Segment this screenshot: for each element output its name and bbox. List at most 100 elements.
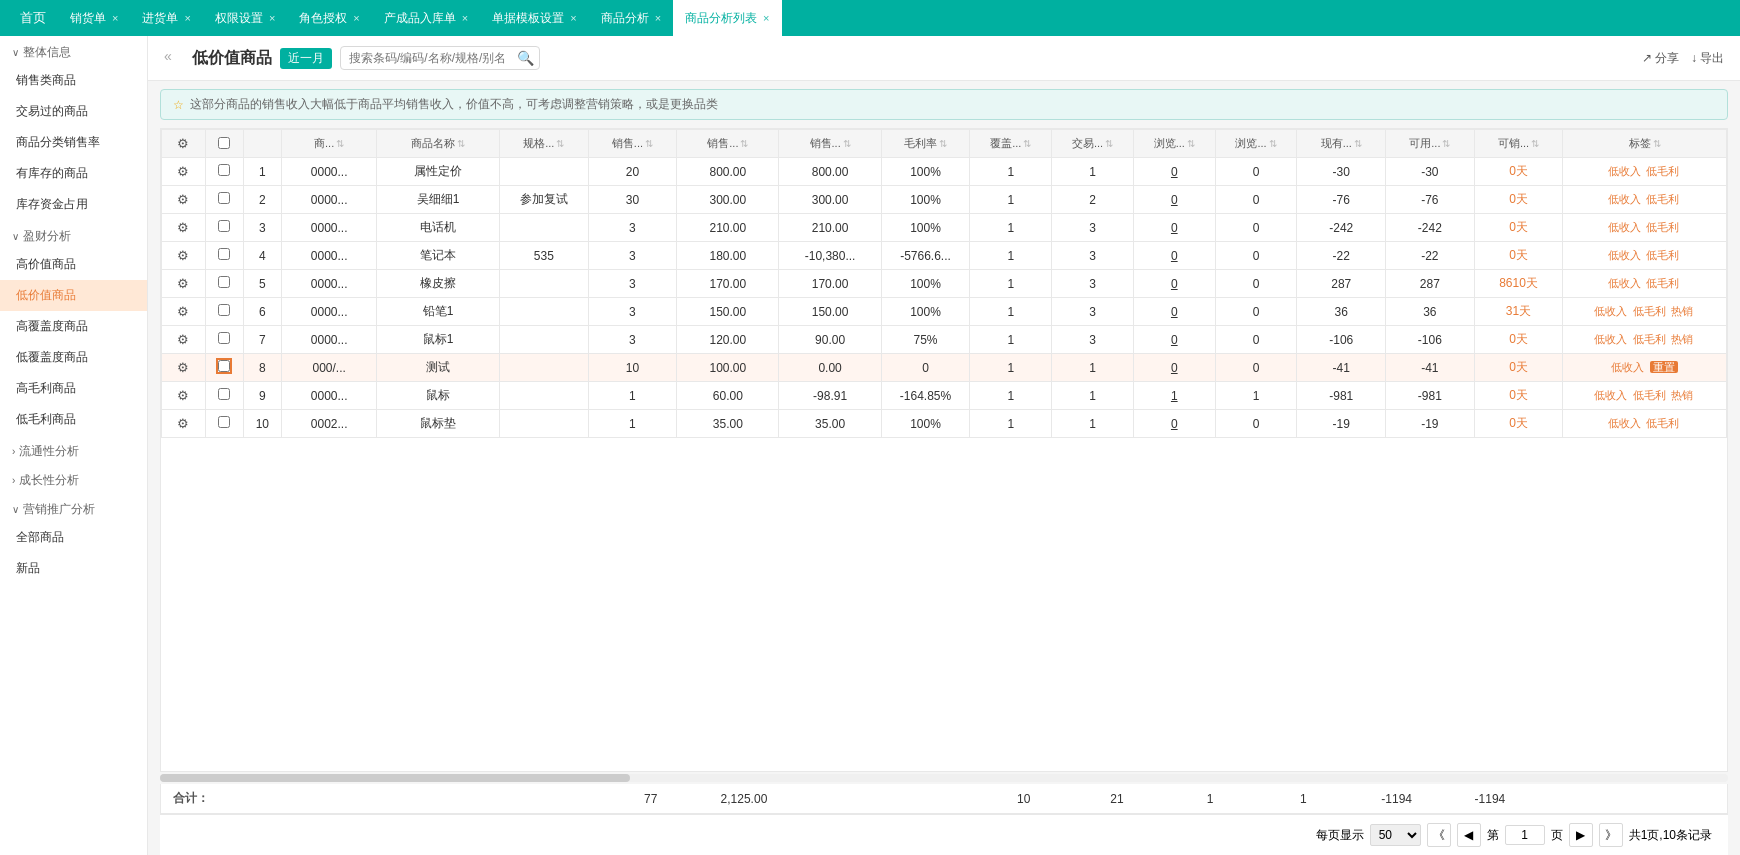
nav-close-icon[interactable]: × [269, 12, 275, 24]
sidebar-item-traded-products[interactable]: 交易过的商品 [0, 96, 147, 127]
browse1-cell[interactable]: 0 [1133, 326, 1215, 354]
horizontal-scrollbar[interactable] [160, 774, 1728, 782]
nav-purchase-order[interactable]: 进货单 × [130, 0, 202, 36]
settings-cell[interactable]: ⚙ [162, 326, 206, 354]
row-settings-icon[interactable]: ⚙ [177, 248, 189, 263]
row-checkbox[interactable] [218, 192, 230, 204]
browse1-cell[interactable]: 0 [1133, 186, 1215, 214]
search-input[interactable] [340, 46, 540, 70]
settings-cell[interactable]: ⚙ [162, 242, 206, 270]
sidebar-item-high-coverage[interactable]: 高覆盖度商品 [0, 311, 147, 342]
checkbox-cell[interactable] [205, 326, 243, 354]
page-size-select[interactable]: 50 100 200 [1370, 824, 1421, 846]
settings-cell[interactable]: ⚙ [162, 298, 206, 326]
browse1-value[interactable]: 0 [1171, 333, 1178, 347]
browse1-cell[interactable]: 0 [1133, 214, 1215, 242]
browse1-value[interactable]: 0 [1171, 249, 1178, 263]
row-settings-icon[interactable]: ⚙ [177, 164, 189, 179]
nav-close-icon[interactable]: × [184, 12, 190, 24]
checkbox-cell[interactable] [205, 354, 243, 382]
saleable-column-header[interactable]: 可销...⇅ [1474, 130, 1563, 158]
browse1-value[interactable]: 0 [1171, 221, 1178, 235]
row-checkbox[interactable] [218, 276, 230, 288]
spec-column-header[interactable]: 规格...⇅ [500, 130, 589, 158]
row-checkbox[interactable] [218, 304, 230, 316]
row-checkbox[interactable] [218, 164, 230, 176]
sidebar-item-high-value[interactable]: 高价值商品 [0, 249, 147, 280]
tag-column-header[interactable]: 标签⇅ [1563, 130, 1727, 158]
first-page-button[interactable]: 《 [1427, 823, 1451, 847]
checkbox-cell[interactable] [205, 242, 243, 270]
row-settings-icon[interactable]: ⚙ [177, 416, 189, 431]
browse1-value[interactable]: 0 [1171, 193, 1178, 207]
checkbox-cell[interactable] [205, 186, 243, 214]
sidebar-item-stock-products[interactable]: 有库存的商品 [0, 158, 147, 189]
settings-cell[interactable]: ⚙ [162, 410, 206, 438]
browse1-cell[interactable]: 1 [1133, 382, 1215, 410]
prev-page-button[interactable]: ◀ [1457, 823, 1481, 847]
browse1-cell[interactable]: 0 [1133, 242, 1215, 270]
nav-permission[interactable]: 权限设置 × [203, 0, 287, 36]
sidebar-item-all-products[interactable]: 全部商品 [0, 522, 147, 553]
time-filter-button[interactable]: 近一月 [280, 48, 332, 69]
browse1-column-header[interactable]: 浏览...⇅ [1133, 130, 1215, 158]
scroll-thumb[interactable] [160, 774, 630, 782]
row-checkbox[interactable] [218, 416, 230, 428]
profit-column-header[interactable]: 毛利率⇅ [881, 130, 970, 158]
sidebar-item-low-profit[interactable]: 低毛利商品 [0, 404, 147, 435]
settings-column-header[interactable]: ⚙ [162, 130, 206, 158]
checkbox-cell[interactable] [205, 410, 243, 438]
sidebar-group-growth[interactable]: › 成长性分析 [0, 464, 147, 493]
settings-cell[interactable]: ⚙ [162, 270, 206, 298]
available-column-header[interactable]: 可用...⇅ [1386, 130, 1475, 158]
nav-close-icon[interactable]: × [112, 12, 118, 24]
nav-product-analysis-list[interactable]: 商品分析列表 × [673, 0, 781, 36]
settings-cell[interactable]: ⚙ [162, 186, 206, 214]
sidebar-item-category-sales-rate[interactable]: 商品分类销售率 [0, 127, 147, 158]
sidebar-item-sales-products[interactable]: 销售类商品 [0, 65, 147, 96]
name-column-header[interactable]: 商品名称⇅ [377, 130, 500, 158]
browse1-cell[interactable]: 0 [1133, 410, 1215, 438]
sidebar-item-low-coverage[interactable]: 低覆盖度商品 [0, 342, 147, 373]
checkbox-column-header[interactable] [205, 130, 243, 158]
checkbox-cell[interactable] [205, 298, 243, 326]
next-page-button[interactable]: ▶ [1569, 823, 1593, 847]
sidebar-item-new-products[interactable]: 新品 [0, 553, 147, 584]
page-input[interactable] [1505, 825, 1545, 845]
nav-product-analysis[interactable]: 商品分析 × [589, 0, 673, 36]
sales1-column-header[interactable]: 销售...⇅ [588, 130, 677, 158]
nav-template-settings[interactable]: 单据模板设置 × [480, 0, 588, 36]
checkbox-cell[interactable] [205, 214, 243, 242]
select-all-checkbox[interactable] [218, 137, 230, 149]
collapse-sidebar-icon[interactable]: « [164, 48, 184, 68]
checkbox-cell[interactable] [205, 158, 243, 186]
row-checkbox[interactable] [218, 388, 230, 400]
checkbox-cell[interactable] [205, 270, 243, 298]
browse1-value[interactable]: 0 [1171, 417, 1178, 431]
browse1-cell[interactable]: 0 [1133, 298, 1215, 326]
browse1-cell[interactable]: 0 [1133, 354, 1215, 382]
sales2-column-header[interactable]: 销售...⇅ [677, 130, 779, 158]
browse1-value[interactable]: 1 [1171, 389, 1178, 403]
row-settings-icon[interactable]: ⚙ [177, 276, 189, 291]
row-checkbox[interactable] [218, 220, 230, 232]
trade-column-header[interactable]: 交易...⇅ [1052, 130, 1134, 158]
search-icon[interactable]: 🔍 [517, 50, 534, 66]
browse1-value[interactable]: 0 [1171, 361, 1178, 375]
row-settings-icon[interactable]: ⚙ [177, 304, 189, 319]
sidebar-group-overall[interactable]: ∨ 整体信息 [0, 36, 147, 65]
nav-close-icon[interactable]: × [763, 12, 769, 24]
sidebar-item-inventory-capital[interactable]: 库存资金占用 [0, 189, 147, 220]
sidebar-group-circulation[interactable]: › 流通性分析 [0, 435, 147, 464]
nav-close-icon[interactable]: × [353, 12, 359, 24]
nav-sales-order[interactable]: 销货单 × [58, 0, 130, 36]
settings-cell[interactable]: ⚙ [162, 214, 206, 242]
last-page-button[interactable]: 》 [1599, 823, 1623, 847]
browse1-cell[interactable]: 0 [1133, 158, 1215, 186]
row-settings-icon[interactable]: ⚙ [177, 332, 189, 347]
nav-product-storage[interactable]: 产成品入库单 × [372, 0, 480, 36]
nav-role-auth[interactable]: 角色授权 × [287, 0, 371, 36]
nav-close-icon[interactable]: × [462, 12, 468, 24]
browse1-value[interactable]: 0 [1171, 305, 1178, 319]
settings-cell[interactable]: ⚙ [162, 382, 206, 410]
